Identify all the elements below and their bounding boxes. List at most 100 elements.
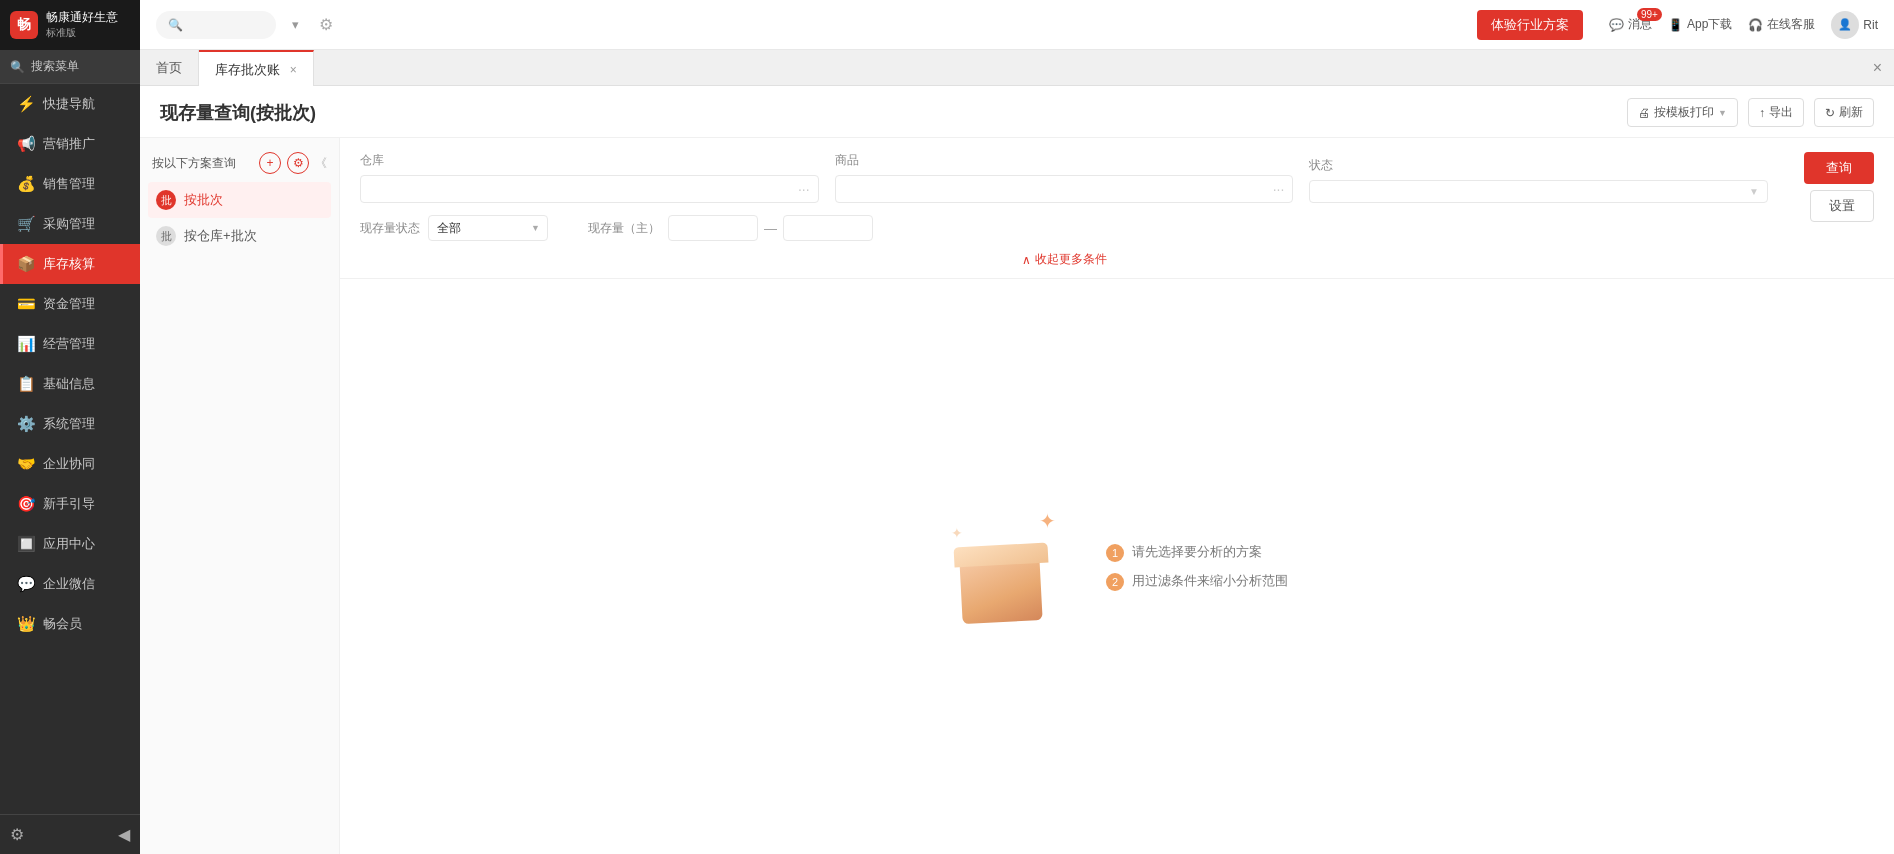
sidebar-item-member[interactable]: 👑 畅会员 xyxy=(0,604,140,644)
plus-icon: + xyxy=(266,156,273,170)
inventory-qty-to[interactable] xyxy=(783,215,873,241)
sidebar-item-operation[interactable]: 📊 经营管理 xyxy=(0,324,140,364)
sidebar-item-label: 采购管理 xyxy=(43,215,95,233)
print-icon: 🖨 xyxy=(1638,106,1650,120)
sidebar-item-purchase[interactable]: 🛒 采购管理 xyxy=(0,204,140,244)
app-subtitle: 标准版 xyxy=(46,26,118,40)
sidebar-item-system[interactable]: ⚙️ 系统管理 xyxy=(0,404,140,444)
inventory-status-select-wrapper: 全部 有库存 无库存 xyxy=(428,215,548,241)
sidebar-item-label: 系统管理 xyxy=(43,415,95,433)
settings-bottom-icon[interactable]: ⚙ xyxy=(10,825,24,844)
search-menu[interactable]: 🔍 搜索菜单 xyxy=(0,50,140,84)
empty-illustration: ✦ ✦ xyxy=(946,507,1066,627)
app-download-btn[interactable]: 📱 App下载 xyxy=(1668,16,1732,33)
collapse-icon: ∧ xyxy=(1022,253,1031,267)
enterprise-icon: 🤝 xyxy=(17,455,35,473)
warehouse-dots-icon[interactable]: ··· xyxy=(798,181,810,197)
tip2-text: 用过滤条件来缩小分析范围 xyxy=(1132,572,1288,590)
scheme-label: 按仓库+批次 xyxy=(184,227,257,245)
sidebar-item-label: 销售管理 xyxy=(43,175,95,193)
system-icon: ⚙️ xyxy=(17,415,35,433)
scheme-item-by-warehouse-batch[interactable]: 批 按仓库+批次 xyxy=(148,218,331,254)
inventory-qty-field: 现存量（主） — xyxy=(588,215,873,241)
page-actions: 🖨 按模板打印 ▼ ↑ 导出 ↻ 刷新 xyxy=(1627,98,1874,127)
settings-btn[interactable]: 设置 xyxy=(1810,190,1874,222)
sidebar-item-wechat[interactable]: 💬 企业微信 xyxy=(0,564,140,604)
warehouse-label: 仓库 xyxy=(360,152,819,169)
sidebar-item-label: 畅会员 xyxy=(43,615,82,633)
scheme-settings-btn[interactable]: ⚙ xyxy=(287,152,309,174)
product-input[interactable]: ··· xyxy=(835,175,1294,203)
operation-icon: 📊 xyxy=(17,335,35,353)
trial-btn[interactable]: 体验行业方案 xyxy=(1477,10,1583,40)
purchase-icon: 🛒 xyxy=(17,215,35,233)
sidebar-nav: ⚡ 快捷导航 📢 营销推广 💰 销售管理 🛒 采购管理 📦 库存核算 💳 资金管… xyxy=(0,84,140,814)
panel-close-btn[interactable]: × xyxy=(1861,59,1894,77)
collapse-btn[interactable]: ∧ 收起更多条件 xyxy=(1022,251,1107,268)
export-icon: ↑ xyxy=(1759,106,1765,120)
sidebar-item-label: 营销推广 xyxy=(43,135,95,153)
header-search-icon: 🔍 xyxy=(168,18,183,32)
export-label: 导出 xyxy=(1769,104,1793,121)
messages-btn[interactable]: 💬 消息 99+ xyxy=(1609,16,1652,33)
online-service-btn[interactable]: 🎧 在线客服 xyxy=(1748,16,1815,33)
sidebar-item-label: 应用中心 xyxy=(43,535,95,553)
warehouse-input[interactable]: ··· xyxy=(360,175,819,203)
user-menu[interactable]: 👤 Rit xyxy=(1831,11,1878,39)
collapse-panel-icon[interactable]: 《 xyxy=(315,155,327,172)
inventory-qty-from[interactable] xyxy=(668,215,758,241)
sidebar-bottom: ⚙ ◀ xyxy=(0,814,140,854)
tab-home[interactable]: 首页 xyxy=(140,50,199,86)
print-template-btn[interactable]: 🖨 按模板打印 ▼ xyxy=(1627,98,1738,127)
sidebar-item-marketing[interactable]: 📢 营销推广 xyxy=(0,124,140,164)
content-layout: 按以下方案查询 + ⚙ 《 批 按批次 xyxy=(140,138,1894,854)
gear-header-icon[interactable]: ⚙ xyxy=(319,15,333,34)
export-btn[interactable]: ↑ 导出 xyxy=(1748,98,1804,127)
sidebar-item-finance[interactable]: 💳 资金管理 xyxy=(0,284,140,324)
product-dots-icon[interactable]: ··· xyxy=(1273,181,1285,197)
empty-tip-1: 1 请先选择要分析的方案 xyxy=(1106,543,1288,562)
sidebar-item-sales[interactable]: 💰 销售管理 xyxy=(0,164,140,204)
gear-small-icon: ⚙ xyxy=(293,156,304,170)
sparkle-small-icon: ✦ xyxy=(951,525,963,541)
tab-close-icon[interactable]: × xyxy=(290,63,297,77)
inventory-status-label: 现存量状态 xyxy=(360,220,420,237)
status-select[interactable]: ▼ xyxy=(1309,180,1768,203)
empty-state: ✦ ✦ 1 请先选择要分析的方案 2 用过滤条件来缩小分析范围 xyxy=(340,279,1894,854)
filter-area: 仓库 ··· 商品 xyxy=(340,138,1894,279)
scheme-icon-red: 批 xyxy=(156,190,176,210)
basic-icon: 📋 xyxy=(17,375,35,393)
refresh-label: 刷新 xyxy=(1839,104,1863,121)
header-search-bar[interactable]: 🔍 xyxy=(156,11,276,39)
sidebar-item-appstore[interactable]: 🔲 应用中心 xyxy=(0,524,140,564)
print-label: 按模板打印 xyxy=(1654,104,1714,121)
sidebar-item-inventory[interactable]: 📦 库存核算 xyxy=(0,244,140,284)
status-caret-icon: ▼ xyxy=(1749,186,1759,197)
app-download-label: App下载 xyxy=(1687,16,1732,33)
add-scheme-btn[interactable]: + xyxy=(259,152,281,174)
sidebar-item-basic[interactable]: 📋 基础信息 xyxy=(0,364,140,404)
collapse-sidebar-icon[interactable]: ◀ xyxy=(118,825,130,844)
shortcut-icon: ⚡ xyxy=(17,95,35,113)
main-area: 🔍 ▾ ⚙ 体验行业方案 💬 消息 99+ 📱 App下载 🎧 在线客服 👤 xyxy=(140,0,1894,854)
empty-tips: 1 请先选择要分析的方案 2 用过滤条件来缩小分析范围 xyxy=(1106,543,1288,591)
sidebar-item-shortcut[interactable]: ⚡ 快捷导航 xyxy=(0,84,140,124)
print-caret-icon: ▼ xyxy=(1718,108,1727,118)
left-panel-title: 按以下方案查询 xyxy=(152,155,236,172)
sidebar-item-newbie[interactable]: 🎯 新手引导 xyxy=(0,484,140,524)
tab-inventory-batch[interactable]: 库存批次账 × xyxy=(199,50,314,86)
appstore-icon: 🔲 xyxy=(17,535,35,553)
tab-inventory-batch-label: 库存批次账 xyxy=(215,62,280,77)
inventory-status-select[interactable]: 全部 有库存 无库存 xyxy=(428,215,548,241)
sidebar-item-enterprise[interactable]: 🤝 企业协同 xyxy=(0,444,140,484)
finance-icon: 💳 xyxy=(17,295,35,313)
query-btn[interactable]: 查询 xyxy=(1804,152,1874,184)
dropdown-arrow[interactable]: ▾ xyxy=(292,17,299,32)
refresh-btn[interactable]: ↻ 刷新 xyxy=(1814,98,1874,127)
scheme-item-by-batch[interactable]: 批 按批次 xyxy=(148,182,331,218)
right-area: 仓库 ··· 商品 xyxy=(340,138,1894,854)
online-service-label: 在线客服 xyxy=(1767,16,1815,33)
page-title: 现存量查询(按批次) xyxy=(160,101,316,125)
tabs-bar: 首页 库存批次账 × × xyxy=(140,50,1894,86)
inventory-status-field: 现存量状态 全部 有库存 无库存 xyxy=(360,215,548,241)
